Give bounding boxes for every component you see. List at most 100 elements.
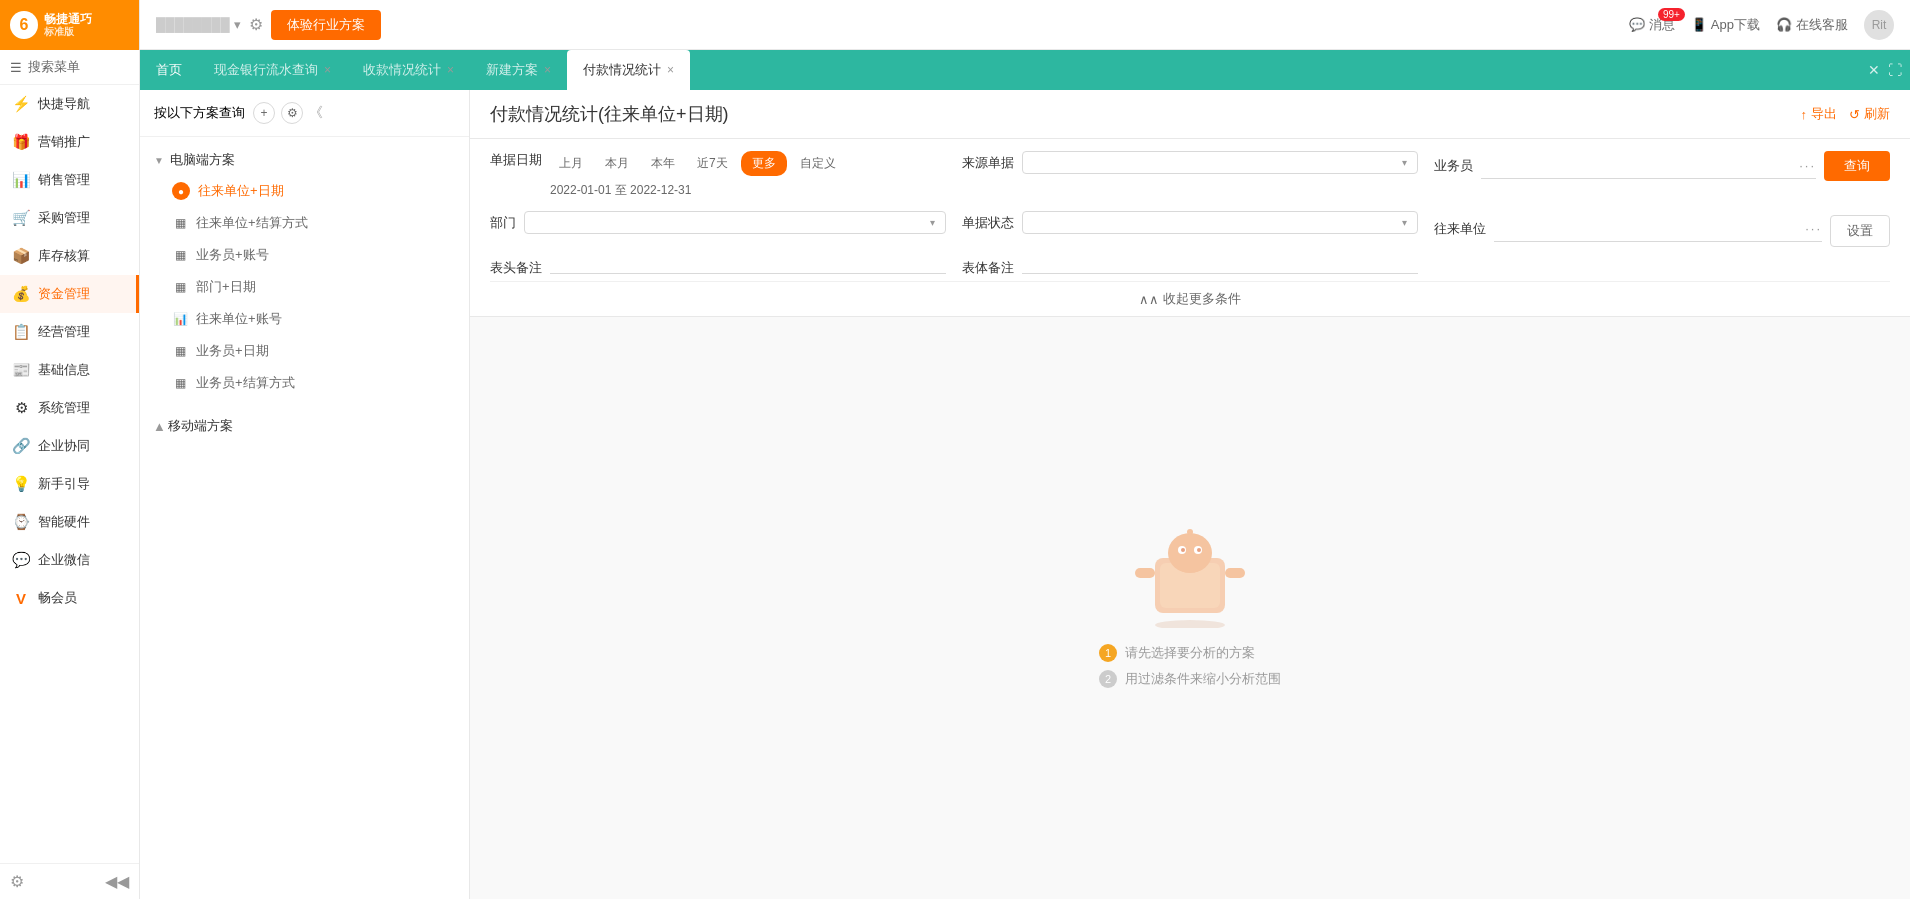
- scheme-item-unit-settle[interactable]: ▦ 往来单位+结算方式: [140, 207, 469, 239]
- scheme-item-dept-date-label: 部门+日期: [196, 278, 256, 296]
- refresh-button[interactable]: ↺ 刷新: [1849, 105, 1890, 123]
- right-panel: 付款情况统计(往来单位+日期) ↑ 导出 ↺ 刷新 单: [470, 90, 1910, 899]
- settings-icon[interactable]: ⚙: [10, 872, 24, 891]
- tab-home[interactable]: 首页: [140, 50, 198, 90]
- app-download-button[interactable]: 📱 App下载: [1691, 16, 1760, 34]
- sidebar-item-wechat[interactable]: 💬 企业微信: [0, 541, 139, 579]
- query-button[interactable]: 查询: [1824, 151, 1890, 181]
- hint-text-1: 请先选择要分析的方案: [1125, 644, 1255, 662]
- source-dropdown-icon: ▾: [1402, 157, 1407, 168]
- hint-item-2: 2 用过滤条件来缩小分析范围: [1099, 670, 1281, 688]
- collapse-panel-icon[interactable]: 《: [309, 104, 323, 122]
- tab-payment-stat-close[interactable]: ×: [667, 63, 674, 77]
- sidebar-item-inventory[interactable]: 📦 库存核算: [0, 237, 139, 275]
- hint-text-2: 用过滤条件来缩小分析范围: [1125, 670, 1281, 688]
- workspace-dropdown[interactable]: ████████ ▾: [156, 17, 241, 32]
- scheme-item-staff-date[interactable]: ▦ 业务员+日期: [140, 335, 469, 367]
- hint-num-1: 1: [1099, 644, 1117, 662]
- tab-new-scheme-close[interactable]: ×: [544, 63, 551, 77]
- sidebar-item-hardware[interactable]: ⌚ 智能硬件: [0, 503, 139, 541]
- collapse-more-conditions[interactable]: ∧∧ 收起更多条件: [490, 281, 1890, 316]
- sidebar-item-basic-info[interactable]: 📰 基础信息: [0, 351, 139, 389]
- tab-close-all-icon[interactable]: ✕: [1868, 62, 1880, 78]
- sidebar-item-finance[interactable]: 💰 资金管理: [0, 275, 139, 313]
- date-options: 上月 本月 本年 近7天 更多 自定义: [550, 151, 845, 176]
- user-avatar[interactable]: Rit: [1864, 10, 1894, 40]
- operation-icon: 📋: [12, 323, 30, 341]
- sidebar-nav: ⚡ 快捷导航 🎁 营销推广 📊 销售管理 🛒 采购管理 📦 库存核算 💰 资金管…: [0, 85, 139, 863]
- source-select[interactable]: ▾: [1022, 151, 1418, 174]
- online-service-button[interactable]: 🎧 在线客服: [1776, 16, 1848, 34]
- scheme-icon: ▦: [172, 343, 188, 359]
- staff-more-btn[interactable]: ···: [1799, 158, 1816, 173]
- dept-select[interactable]: ▾: [524, 211, 946, 234]
- sidebar-item-operation[interactable]: 📋 经营管理: [0, 313, 139, 351]
- active-scheme-icon: ●: [172, 182, 190, 200]
- tab-receipt-stat-close[interactable]: ×: [447, 63, 454, 77]
- enterprise-icon: 🔗: [12, 437, 30, 455]
- inventory-label: 库存核算: [38, 247, 90, 265]
- date-custom[interactable]: 自定义: [791, 151, 845, 176]
- purchase-icon: 🛒: [12, 209, 30, 227]
- sidebar: 6 畅捷通巧 标准版 ☰ 搜索菜单 ⚡ 快捷导航 🎁 营销推广 📊 销售管理 🛒…: [0, 0, 140, 899]
- mobile-scheme-group-header[interactable]: ▶ 移动端方案: [140, 411, 469, 441]
- date-range-value: 2022-01-01 至 2022-12-31: [550, 182, 845, 199]
- scheme-item-unit-date-label: 往来单位+日期: [198, 182, 284, 200]
- partner-more-btn[interactable]: ···: [1805, 221, 1822, 236]
- page-title: 付款情况统计(往来单位+日期): [490, 102, 1801, 126]
- sidebar-item-marketing[interactable]: 🎁 营销推广: [0, 123, 139, 161]
- trial-button[interactable]: 体验行业方案: [271, 10, 381, 40]
- sidebar-item-guide[interactable]: 💡 新手引导: [0, 465, 139, 503]
- mobile-section: ▶ 移动端方案: [140, 407, 469, 445]
- date-more[interactable]: 更多: [741, 151, 787, 176]
- scheme-item-dept-date[interactable]: ▦ 部门+日期: [140, 271, 469, 303]
- operation-label: 经营管理: [38, 323, 90, 341]
- edition-label: 标准版: [44, 26, 92, 38]
- pc-scheme-group-header[interactable]: ▼ 电脑端方案: [140, 145, 469, 175]
- basic-info-icon: 📰: [12, 361, 30, 379]
- tab-new-scheme[interactable]: 新建方案 ×: [470, 50, 567, 90]
- sidebar-item-member[interactable]: V 畅会员: [0, 579, 139, 617]
- app-download-icon: 📱: [1691, 17, 1707, 32]
- sidebar-item-sales[interactable]: 📊 销售管理: [0, 161, 139, 199]
- add-scheme-button[interactable]: +: [253, 102, 275, 124]
- finance-icon: 💰: [12, 285, 30, 303]
- scheme-item-staff-account[interactable]: ▦ 业务员+账号: [140, 239, 469, 271]
- collapse-sidebar-icon[interactable]: ◀◀: [105, 872, 129, 891]
- date-last-month[interactable]: 上月: [550, 151, 592, 176]
- settings-button[interactable]: 设置: [1830, 215, 1890, 247]
- wechat-label: 企业微信: [38, 551, 90, 569]
- refresh-icon: ↺: [1849, 107, 1860, 122]
- tab-cash-flow[interactable]: 现金银行流水查询 ×: [198, 50, 347, 90]
- scheme-item-unit-account-label: 往来单位+账号: [196, 310, 282, 328]
- search-menu[interactable]: ☰ 搜索菜单: [0, 50, 139, 85]
- tab-cash-flow-close[interactable]: ×: [324, 63, 331, 77]
- scheme-item-staff-settle[interactable]: ▦ 业务员+结算方式: [140, 367, 469, 399]
- bill-status-select[interactable]: ▾: [1022, 211, 1418, 234]
- scheme-icon: ▦: [172, 279, 188, 295]
- scheme-item-unit-settle-label: 往来单位+结算方式: [196, 214, 308, 232]
- svg-point-6: [1197, 548, 1201, 552]
- scheme-icon: 📊: [172, 311, 188, 327]
- tab-receipt-stat[interactable]: 收款情况统计 ×: [347, 50, 470, 90]
- sidebar-item-purchase[interactable]: 🛒 采购管理: [0, 199, 139, 237]
- hardware-label: 智能硬件: [38, 513, 90, 531]
- scheme-item-unit-date[interactable]: ● 往来单位+日期: [140, 175, 469, 207]
- pc-group-arrow: ▼: [154, 155, 164, 166]
- sidebar-item-enterprise[interactable]: 🔗 企业协同: [0, 427, 139, 465]
- export-label: 导出: [1811, 105, 1837, 123]
- pc-group-label: 电脑端方案: [170, 151, 235, 169]
- mobile-group-label: 移动端方案: [168, 417, 233, 435]
- date-this-month[interactable]: 本月: [596, 151, 638, 176]
- notify-button[interactable]: 💬 消息 99+: [1629, 16, 1675, 34]
- scheme-settings-button[interactable]: ⚙: [281, 102, 303, 124]
- scheme-item-unit-account[interactable]: 📊 往来单位+账号: [140, 303, 469, 335]
- tab-maximize-icon[interactable]: ⛶: [1888, 62, 1902, 78]
- sidebar-item-system[interactable]: ⚙ 系统管理: [0, 389, 139, 427]
- tab-payment-stat[interactable]: 付款情况统计 ×: [567, 50, 690, 90]
- date-last-7days[interactable]: 近7天: [688, 151, 737, 176]
- export-button[interactable]: ↑ 导出: [1801, 105, 1838, 123]
- topbar-settings-icon[interactable]: ⚙: [249, 15, 263, 34]
- sidebar-item-quick-nav[interactable]: ⚡ 快捷导航: [0, 85, 139, 123]
- date-this-year[interactable]: 本年: [642, 151, 684, 176]
